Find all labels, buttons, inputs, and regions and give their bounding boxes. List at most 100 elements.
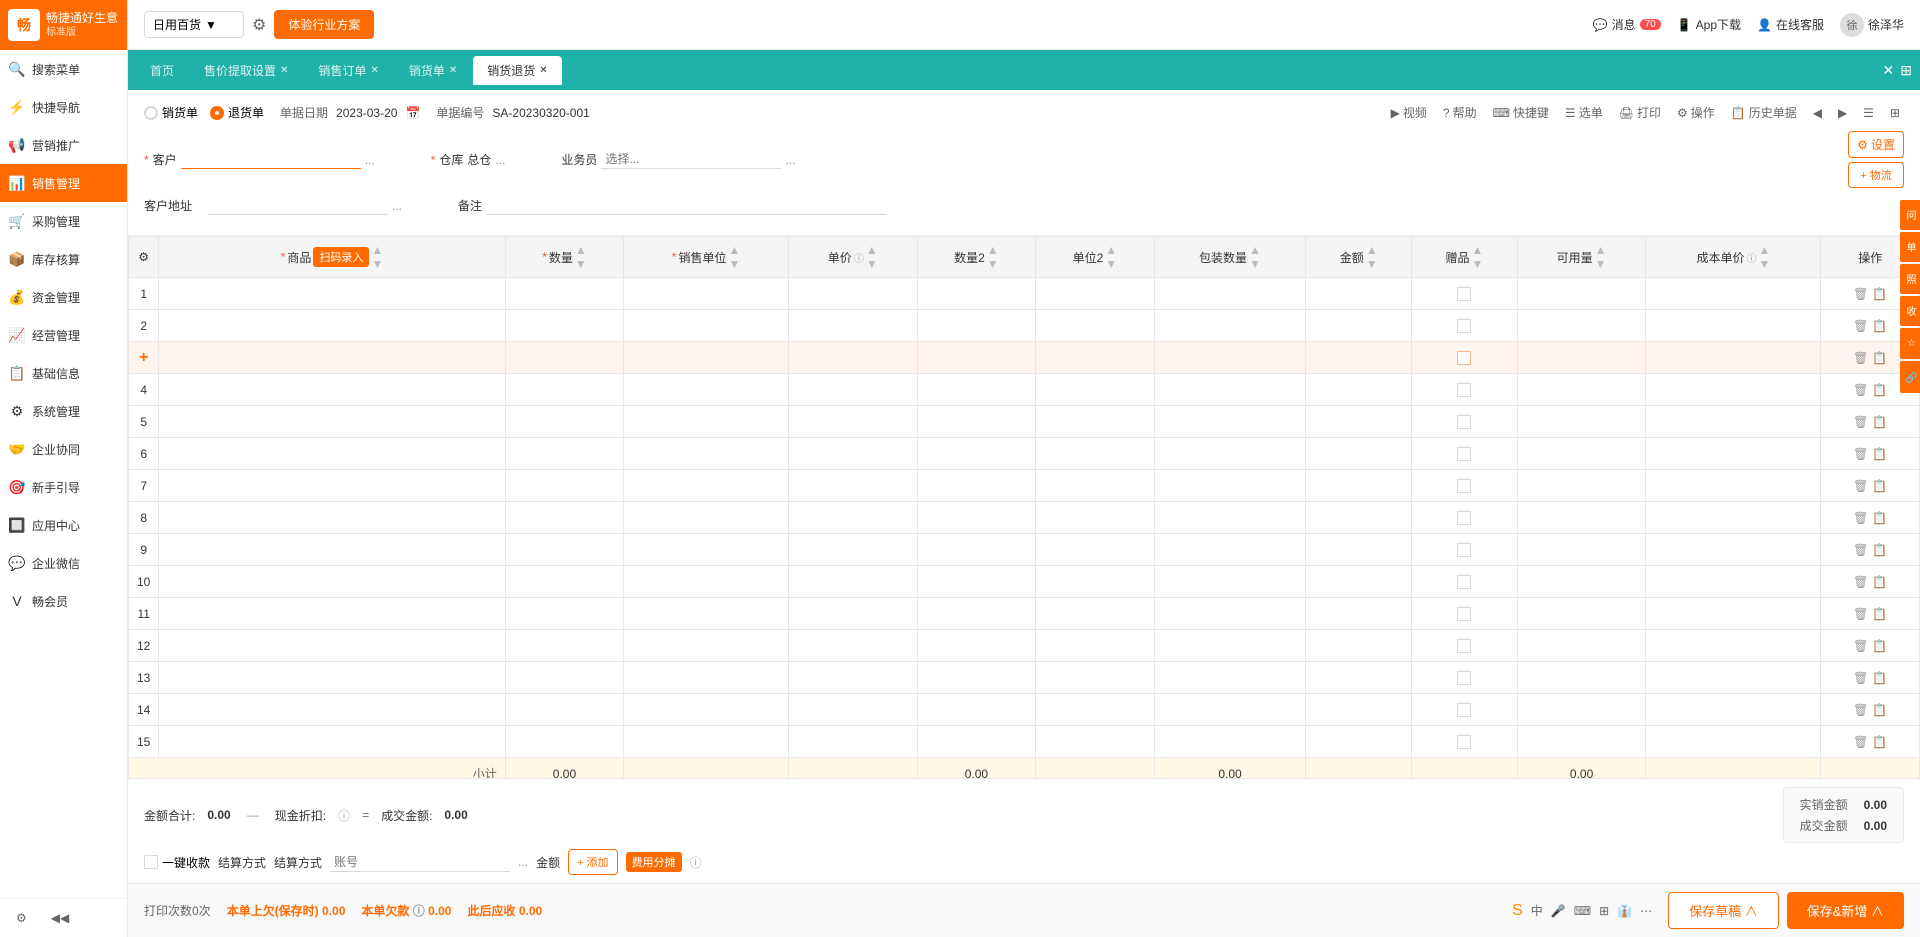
product-input-3[interactable] <box>167 351 496 365</box>
toolbar-next[interactable]: ▶ <box>1834 104 1851 122</box>
one-click-pay-checkbox[interactable]: 一键收款 <box>144 854 210 871</box>
tab-close-all[interactable]: ✕ <box>1883 62 1895 79</box>
qty-cell-1[interactable] <box>505 278 623 310</box>
sidebar-collapse-btn[interactable]: ◀◀ <box>43 907 77 929</box>
sidebar-item-sales[interactable]: 📊 销售管理 <box>0 164 127 202</box>
toolbar-operation[interactable]: ⚙ 操作 <box>1673 102 1719 123</box>
delete-icon-3[interactable]: 🗑 <box>1853 351 1868 365</box>
price-cell-1[interactable] <box>788 278 917 310</box>
gift-checkbox-3[interactable] <box>1457 351 1471 365</box>
add-row-btn[interactable]: + <box>139 349 148 366</box>
sidebar-item-appcenter[interactable]: 🔲 应用中心 <box>0 506 127 544</box>
keyboard-icon[interactable]: ⌨ <box>1574 904 1591 918</box>
edge-btn-link[interactable]: 🔗 <box>1900 361 1920 393</box>
sidebar-settings-btn[interactable]: ⚙ <box>8 907 35 929</box>
topbar-gear-icon[interactable]: ⚙ <box>252 15 266 35</box>
account-input[interactable] <box>330 853 510 872</box>
unit2-cell-1[interactable] <box>1036 278 1154 310</box>
amount-cell-1[interactable] <box>1306 278 1412 310</box>
tab-sales-doc[interactable]: 销货单 ✕ <box>395 56 471 85</box>
address-dots[interactable]: ... <box>392 199 402 213</box>
online-service-btn[interactable]: 👤 在线客服 <box>1757 16 1824 33</box>
tab-price-extract[interactable]: 售价提取设置 ✕ <box>190 56 302 85</box>
industry-select[interactable]: 日用百货 ▼ <box>144 11 244 38</box>
user-menu[interactable]: 徐 徐泽华 <box>1840 13 1904 37</box>
sidebar-item-member[interactable]: V 畅会员 <box>0 582 127 620</box>
sidebar-item-newguide[interactable]: 🎯 新手引导 <box>0 468 127 506</box>
remark-input[interactable] <box>486 196 886 215</box>
toolbar-prev[interactable]: ◀ <box>1809 104 1826 122</box>
sidebar-item-inventory[interactable]: 📦 库存核算 <box>0 240 127 278</box>
toolbar-print[interactable]: 🖨 打印 <box>1615 102 1665 123</box>
sidebar-item-quick-nav[interactable]: ⚡ 快捷导航 <box>0 88 127 126</box>
edge-btn-photo[interactable]: 照 <box>1900 264 1920 294</box>
debt-info-icon[interactable]: ⓘ <box>413 904 425 918</box>
copy-icon-1[interactable]: 📋 <box>1872 287 1887 301</box>
address-input[interactable] <box>208 196 388 215</box>
sidebar-item-search[interactable]: 🔍 搜索菜单 <box>0 50 127 88</box>
tab-maximize[interactable]: ⊞ <box>1900 62 1912 79</box>
sidebar-item-wechat[interactable]: 💬 企业微信 <box>0 544 127 582</box>
discount-info-icon[interactable]: ⓘ <box>338 807 350 824</box>
sidebar-item-basic[interactable]: 📋 基础信息 <box>0 354 127 392</box>
save-draft-btn[interactable]: 保存草稿 ∧ <box>1668 892 1779 929</box>
setup-btn[interactable]: ⚙ 设置 <box>1848 131 1904 158</box>
edge-btn-doc[interactable]: 单 <box>1900 232 1920 262</box>
cost-cell-1[interactable] <box>1646 278 1821 310</box>
pack-cell-1[interactable] <box>1154 278 1306 310</box>
tab-home[interactable]: 首页 <box>136 56 188 85</box>
sidebar-item-finance[interactable]: 💰 资金管理 <box>0 278 127 316</box>
scan-btn[interactable]: 扫码录入 <box>313 247 369 267</box>
qty2-cell-1[interactable] <box>917 278 1035 310</box>
calendar-icon[interactable]: 📅 <box>405 106 420 120</box>
toolbar-video[interactable]: ▶ 视频 <box>1387 102 1431 123</box>
delete-icon-1[interactable]: 🗑 <box>1853 287 1868 301</box>
tab-close-sales-order[interactable]: ✕ <box>370 65 378 76</box>
toolbar-help[interactable]: ? 帮助 <box>1439 102 1481 123</box>
delete-icon-2[interactable]: 🗑 <box>1853 319 1868 333</box>
salesperson-input[interactable] <box>601 150 781 169</box>
toolbar-shortcut[interactable]: ⌨ 快捷键 <box>1489 102 1553 123</box>
sidebar-item-marketing[interactable]: 📢 营销推广 <box>0 126 127 164</box>
radio-sales-doc[interactable]: 销货单 <box>144 104 198 121</box>
edge-btn-star[interactable]: ☆ <box>1900 328 1920 359</box>
experience-btn[interactable]: 体验行业方案 <box>274 10 374 39</box>
save-new-btn[interactable]: 保存&新增 ∧ <box>1787 892 1904 929</box>
salesperson-dots[interactable]: ... <box>785 153 795 167</box>
sidebar-item-enterprise[interactable]: 🤝 企业协同 <box>0 430 127 468</box>
customer-dots[interactable]: ... <box>365 153 375 167</box>
edge-btn-question[interactable]: 问 <box>1900 200 1920 230</box>
unit-cell-1[interactable] <box>624 278 789 310</box>
chinese-icon[interactable]: 中 <box>1531 902 1543 919</box>
warehouse-dots[interactable]: ... <box>495 153 505 167</box>
sidebar-item-system[interactable]: ⚙ 系统管理 <box>0 392 127 430</box>
gift-cell-1[interactable] <box>1412 278 1518 310</box>
copy-icon-3[interactable]: 📋 <box>1872 351 1887 365</box>
toolbar-grid-view[interactable]: ⊞ <box>1886 104 1904 122</box>
toolbar-select[interactable]: ☰ 选单 <box>1561 102 1607 123</box>
edge-btn-collect[interactable]: 收 <box>1900 296 1920 326</box>
gift-checkbox-1[interactable] <box>1457 287 1471 301</box>
tab-close-price[interactable]: ✕ <box>280 65 288 76</box>
toolbar-history[interactable]: 📋 历史单据 <box>1727 102 1801 123</box>
tab-close-sales-doc[interactable]: ✕ <box>449 65 457 76</box>
copy-icon-2[interactable]: 📋 <box>1872 319 1887 333</box>
expense-info-icon[interactable]: ⓘ <box>690 854 702 871</box>
account-dots[interactable]: ... <box>518 855 528 869</box>
tab-close-sales-return[interactable]: ✕ <box>539 65 547 76</box>
app-download-btn[interactable]: 📱 App下载 <box>1677 16 1741 33</box>
toolbar-list-view[interactable]: ☰ <box>1859 104 1878 122</box>
shirt-icon[interactable]: 👔 <box>1617 904 1632 918</box>
sidebar-item-purchase[interactable]: 🛒 采购管理 <box>0 202 127 240</box>
qr-icon[interactable]: ⊞ <box>1599 904 1609 918</box>
logistics-btn[interactable]: + 物流 <box>1848 162 1904 188</box>
avail-cell-1[interactable] <box>1517 278 1646 310</box>
tab-sales-order[interactable]: 销售订单 ✕ <box>304 56 392 85</box>
expense-split-btn[interactable]: 费用分摊 <box>626 852 682 872</box>
add-payment-btn[interactable]: + 添加 <box>568 849 617 875</box>
product-cell-1[interactable] <box>159 278 505 310</box>
gift-checkbox-2[interactable] <box>1457 319 1471 333</box>
more-icon[interactable]: ⋯ <box>1640 904 1652 918</box>
sidebar-item-operation[interactable]: 📈 经营管理 <box>0 316 127 354</box>
customer-input[interactable] <box>181 150 361 169</box>
